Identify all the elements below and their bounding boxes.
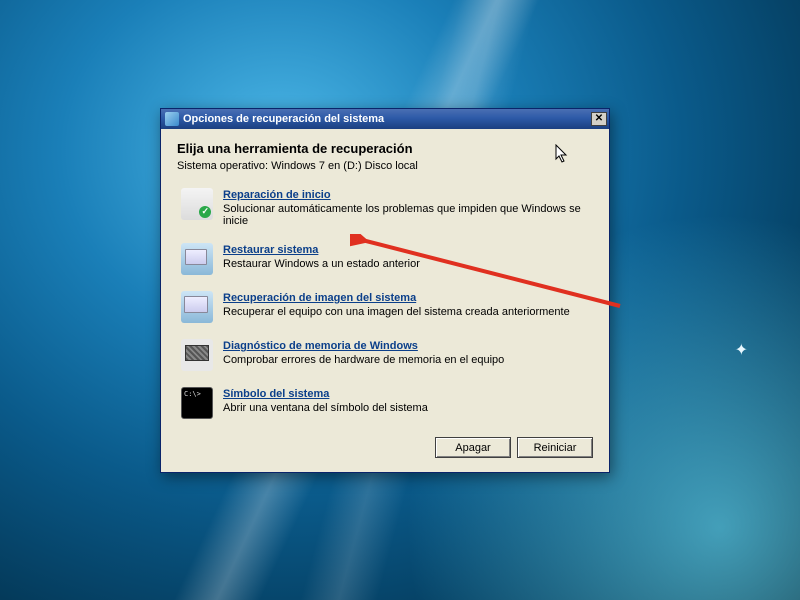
- close-button[interactable]: ✕: [591, 112, 607, 126]
- tool-startup-repair: Reparación de inicio Solucionar automáti…: [177, 182, 593, 235]
- recovery-options-window: Opciones de recuperación del sistema ✕ E…: [160, 108, 610, 473]
- tool-system-restore: Restaurar sistema Restaurar Windows a un…: [177, 237, 593, 283]
- tool-image-recovery: Recuperación de imagen del sistema Recup…: [177, 285, 593, 331]
- button-row: Apagar Reiniciar: [177, 427, 593, 460]
- memory-diagnostic-icon: [181, 339, 213, 371]
- window-title: Opciones de recuperación del sistema: [183, 113, 591, 125]
- system-restore-link[interactable]: Restaurar sistema: [223, 244, 318, 256]
- tool-text: Reparación de inicio Solucionar automáti…: [223, 188, 593, 227]
- image-recovery-icon: [181, 291, 213, 323]
- memory-diagnostic-desc: Comprobar errores de hardware de memoria…: [223, 354, 593, 366]
- image-recovery-desc: Recuperar el equipo con una imagen del s…: [223, 306, 593, 318]
- os-info: Sistema operativo: Windows 7 en (D:) Dis…: [177, 160, 593, 172]
- restart-button[interactable]: Reiniciar: [517, 437, 593, 458]
- tool-text: Diagnóstico de memoria de Windows Compro…: [223, 339, 593, 366]
- tool-memory-diagnostic: Diagnóstico de memoria de Windows Compro…: [177, 333, 593, 379]
- decorative-bird: ✦: [735, 340, 748, 360]
- startup-repair-desc: Solucionar automáticamente los problemas…: [223, 203, 593, 227]
- system-restore-icon: [181, 243, 213, 275]
- startup-repair-icon: [181, 188, 213, 220]
- command-prompt-icon: [181, 387, 213, 419]
- command-prompt-desc: Abrir una ventana del símbolo del sistem…: [223, 402, 593, 414]
- memory-diagnostic-link[interactable]: Diagnóstico de memoria de Windows: [223, 340, 418, 352]
- tool-text: Restaurar sistema Restaurar Windows a un…: [223, 243, 593, 270]
- tool-list: Reparación de inicio Solucionar automáti…: [177, 182, 593, 427]
- tool-command-prompt: Símbolo del sistema Abrir una ventana de…: [177, 381, 593, 427]
- tool-text: Símbolo del sistema Abrir una ventana de…: [223, 387, 593, 414]
- window-content: Elija una herramienta de recuperación Si…: [161, 129, 609, 472]
- page-heading: Elija una herramienta de recuperación: [177, 141, 593, 156]
- startup-repair-link[interactable]: Reparación de inicio: [223, 189, 331, 201]
- system-restore-desc: Restaurar Windows a un estado anterior: [223, 258, 593, 270]
- shutdown-button[interactable]: Apagar: [435, 437, 511, 458]
- titlebar[interactable]: Opciones de recuperación del sistema ✕: [161, 109, 609, 129]
- command-prompt-link[interactable]: Símbolo del sistema: [223, 388, 329, 400]
- image-recovery-link[interactable]: Recuperación de imagen del sistema: [223, 292, 416, 304]
- tool-text: Recuperación de imagen del sistema Recup…: [223, 291, 593, 318]
- window-icon: [165, 112, 179, 126]
